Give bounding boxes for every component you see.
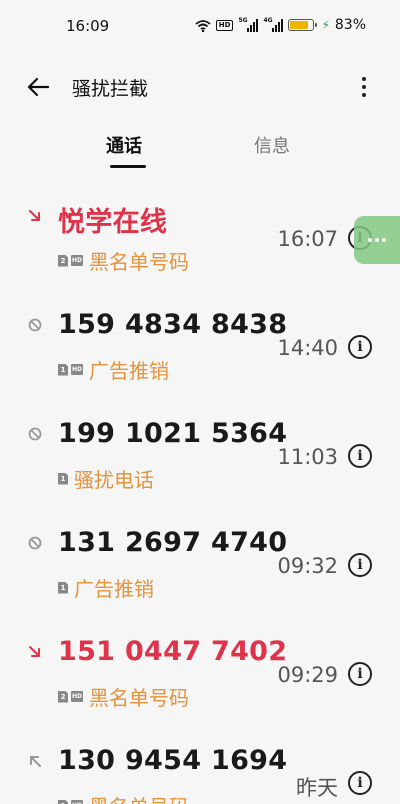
battery-icon [288, 19, 318, 31]
status-icons: HD 5G 4G ⚡ 83% [195, 17, 366, 33]
blocked-call-icon [28, 426, 42, 441]
sim-card-icon: 1 [58, 581, 68, 594]
sim-card-icon: 1 [58, 472, 68, 485]
app-bar: 骚扰拦截 [0, 60, 400, 112]
info-icon[interactable]: i [348, 444, 372, 468]
hd-call-icon: HD [71, 800, 83, 804]
call-meta: 2 HD 黑名单号码 [58, 682, 189, 711]
caller-name: 159 4834 8438 [58, 309, 288, 340]
tab-messages[interactable]: 信息 [254, 132, 290, 158]
call-time: 11:03 [277, 445, 338, 469]
info-icon[interactable]: i [348, 553, 372, 577]
battery-percent: 83% [334, 17, 366, 33]
call-meta: 1 广告推销 [58, 573, 154, 602]
call-time: 09:29 [277, 663, 338, 687]
call-time: 16:07 [277, 227, 338, 251]
call-list-item[interactable]: 130 9454 1694 1 HD 黑名单号码 昨天 i [0, 725, 400, 804]
call-list-item[interactable]: 131 2697 4740 1 广告推销 09:32 i [0, 507, 400, 616]
call-tag: 广告推销 [74, 577, 154, 601]
wifi-icon [195, 19, 211, 32]
signal-4g-icon: 4G [263, 17, 284, 32]
call-list: 悦学在线 2 HD 黑名单号码 16:07 i 159 4834 8438 1 … [0, 180, 400, 804]
caller-name: 131 2697 4740 [58, 527, 288, 558]
outgoing-call-icon [28, 753, 42, 767]
blocked-incoming-call-icon [28, 644, 42, 658]
caller-name: 悦学在线 [58, 207, 168, 238]
hd-voice-icon: HD [215, 19, 234, 31]
hd-call-icon: HD [71, 691, 83, 702]
call-meta: 1 HD 黑名单号码 [58, 791, 189, 804]
call-list-item[interactable]: 199 1021 5364 1 骚扰电话 11:03 i [0, 398, 400, 507]
page-title: 骚扰拦截 [72, 78, 149, 100]
call-time: 09:32 [277, 554, 338, 578]
sim-card-icon: 1 [58, 799, 68, 804]
more-vertical-icon [362, 77, 366, 81]
sim-card-icon: 2 [58, 690, 68, 703]
info-icon[interactable]: i [348, 662, 372, 686]
call-meta: 1 HD 广告推销 [58, 355, 169, 384]
arrow-left-icon [27, 77, 50, 97]
back-button[interactable] [24, 72, 54, 102]
tab-calls[interactable]: 通话 [106, 132, 142, 158]
hd-call-icon: HD [71, 364, 83, 375]
tab-indicator [110, 165, 146, 168]
info-icon[interactable]: i [348, 771, 372, 795]
caller-name: 151 0447 7402 [58, 636, 288, 667]
blocked-call-icon [28, 535, 42, 550]
blocked-incoming-call-icon [28, 208, 42, 222]
signal-5g-icon: 5G [238, 17, 259, 32]
call-list-item[interactable]: 悦学在线 2 HD 黑名单号码 16:07 i [0, 180, 400, 289]
caller-name: 130 9454 1694 [58, 745, 288, 776]
more-options-button[interactable] [354, 72, 374, 102]
call-tag: 骚扰电话 [74, 468, 154, 492]
tab-bar: 通话 信息 [0, 120, 400, 176]
sim-card-icon: 1 [58, 363, 68, 376]
call-tag: 黑名单号码 [89, 686, 189, 710]
charging-icon: ⚡ [321, 18, 330, 32]
info-icon[interactable]: i [348, 335, 372, 359]
sim-card-icon: 2 [58, 254, 68, 267]
call-tag: 黑名单号码 [89, 791, 189, 804]
call-meta: 2 HD 黑名单号码 [58, 246, 189, 275]
call-list-item[interactable]: 151 0447 7402 2 HD 黑名单号码 09:29 i [0, 616, 400, 725]
hd-call-icon: HD [71, 255, 83, 266]
call-tag: 黑名单号码 [89, 250, 189, 274]
status-bar: 16:09 HD 5G 4G ⚡ 83% [0, 0, 400, 52]
call-time: 昨天 [296, 776, 338, 800]
floating-assistant-button[interactable] [354, 216, 400, 264]
call-list-item[interactable]: 159 4834 8438 1 HD 广告推销 14:40 i [0, 289, 400, 398]
caller-name: 199 1021 5364 [58, 418, 288, 449]
call-tag: 广告推销 [89, 359, 169, 383]
call-meta: 1 骚扰电话 [58, 464, 154, 493]
call-time: 14:40 [277, 336, 338, 360]
blocked-call-icon [28, 317, 42, 332]
status-time: 16:09 [66, 17, 110, 35]
